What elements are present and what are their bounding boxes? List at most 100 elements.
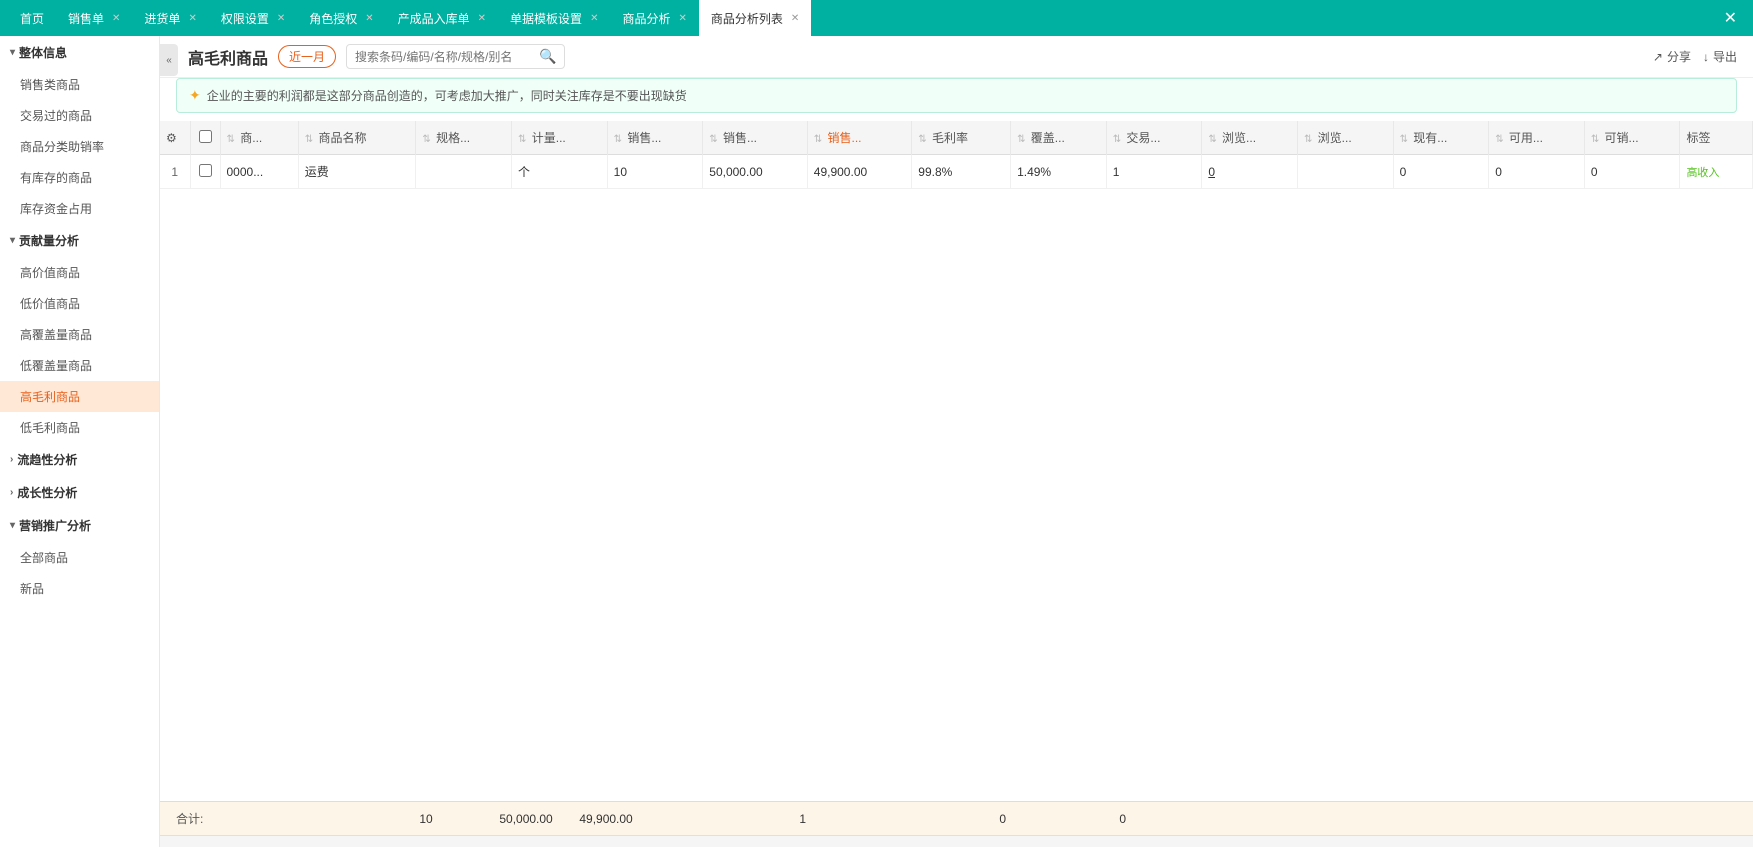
row-checkbox-cell: [190, 155, 220, 189]
footer-label: 合计:: [176, 810, 203, 827]
footer-sellable: 0: [1111, 812, 1191, 826]
sidebar-item-low-margin[interactable]: 低毛利商品: [0, 412, 159, 443]
sidebar-group-growth[interactable]: › 成长性分析: [0, 476, 159, 509]
close-icon[interactable]: ✕: [590, 13, 598, 24]
content-header: 高毛利商品 近一月 🔍 ↗ 分享 ↓ 导出: [160, 36, 1753, 78]
col-sales-profit[interactable]: ⇅ 销售...: [807, 121, 912, 155]
row-spec: [416, 155, 512, 189]
nav-tab-template[interactable]: 单据模板设置 ✕: [498, 0, 610, 36]
nav-tab-analysis[interactable]: 商品分析 ✕: [610, 0, 698, 36]
sort-icon: ⇅: [518, 134, 526, 145]
sidebar-group-trend[interactable]: › 流趋性分析: [0, 443, 159, 476]
close-icon[interactable]: ✕: [678, 13, 686, 24]
sort-icon: ⇅: [1017, 134, 1025, 145]
sort-icon: ⇅: [422, 134, 430, 145]
close-icon[interactable]: ✕: [365, 13, 373, 24]
top-nav: 首页 销售单 ✕ 进货单 ✕ 权限设置 ✕ 角色授权 ✕ 产成品入库单 ✕ 单据…: [0, 0, 1753, 36]
nav-tab-purchase[interactable]: 进货单 ✕: [132, 0, 208, 36]
col-sales-amount[interactable]: ⇅ 销售...: [703, 121, 808, 155]
main-layout: ▾ 整体信息 销售类商品 交易过的商品 商品分类助销率 有库存的商品 库存资金占…: [0, 36, 1753, 847]
col-margin-rate[interactable]: ⇅ 毛利率: [912, 121, 1011, 155]
sidebar-group-contribution[interactable]: ▾ 贡献量分析: [0, 224, 159, 257]
filter-recent-month-button[interactable]: 近一月: [278, 45, 336, 68]
sidebar-item-new-goods[interactable]: 新品: [0, 573, 159, 604]
row-views1[interactable]: 0: [1202, 155, 1298, 189]
close-icon[interactable]: ✕: [188, 13, 196, 24]
footer-sales-profit: 49,900.00: [571, 812, 651, 826]
chevron-right-icon: ›: [10, 487, 13, 498]
row-code: 0000...: [220, 155, 298, 189]
sidebar-group-overall[interactable]: ▾ 整体信息: [0, 36, 159, 69]
search-icon[interactable]: 🔍: [539, 48, 556, 65]
close-icon[interactable]: ✕: [791, 13, 799, 24]
col-available[interactable]: ⇅ 可用...: [1489, 121, 1585, 155]
col-views1[interactable]: ⇅ 浏览...: [1202, 121, 1298, 155]
row-sales-amount: 50,000.00: [703, 155, 808, 189]
col-current-stock[interactable]: ⇅ 现有...: [1393, 121, 1489, 155]
close-icon[interactable]: ✕: [277, 13, 285, 24]
sidebar-item-low-value[interactable]: 低价值商品: [0, 288, 159, 319]
table-row: 1 0000... 运费: [160, 155, 1753, 189]
select-all-checkbox[interactable]: [199, 130, 212, 143]
close-icon[interactable]: ✕: [478, 13, 486, 24]
bottom-scrollbar[interactable]: [160, 835, 1753, 847]
row-num: 1: [160, 155, 190, 189]
row-name[interactable]: 运费: [298, 155, 416, 189]
sort-icon: ⇅: [227, 134, 235, 145]
chevron-down-icon: ▾: [10, 520, 15, 531]
row-margin-rate: 99.8%: [912, 155, 1011, 189]
sidebar-item-in-stock[interactable]: 有库存的商品: [0, 162, 159, 193]
nav-tab-permission[interactable]: 权限设置 ✕: [209, 0, 297, 36]
sidebar-item-sales-goods[interactable]: 销售类商品: [0, 69, 159, 100]
row-checkbox[interactable]: [199, 164, 212, 177]
sidebar-group-marketing[interactable]: ▾ 营销推广分析: [0, 509, 159, 542]
sidebar-item-low-coverage[interactable]: 低覆盖量商品: [0, 350, 159, 381]
sort-icon: ⇅: [1495, 134, 1503, 145]
export-button[interactable]: ↓ 导出: [1703, 48, 1737, 65]
col-code[interactable]: ⇅ 商...: [220, 121, 298, 155]
col-name[interactable]: ⇅ 商品名称: [298, 121, 416, 155]
nav-tab-role[interactable]: 角色授权 ✕: [297, 0, 385, 36]
sidebar-item-traded-goods[interactable]: 交易过的商品: [0, 100, 159, 131]
col-coverage[interactable]: ⇅ 覆盖...: [1011, 121, 1107, 155]
row-sellable: 0: [1584, 155, 1680, 189]
col-spec[interactable]: ⇅ 规格...: [416, 121, 512, 155]
search-input[interactable]: [355, 50, 535, 64]
sidebar-item-category-rate[interactable]: 商品分类助销率: [0, 131, 159, 162]
col-sellable[interactable]: ⇅ 可销...: [1584, 121, 1680, 155]
sort-icon: ⇅: [1591, 134, 1599, 145]
sort-icon: ⇅: [709, 134, 717, 145]
window-close-button[interactable]: ✕: [1716, 8, 1745, 28]
info-icon: ✦: [189, 87, 201, 104]
share-icon: ↗: [1653, 50, 1663, 64]
chevron-right-icon: ›: [10, 454, 13, 465]
row-unit: 个: [512, 155, 608, 189]
col-tag[interactable]: 标签: [1680, 121, 1753, 155]
col-unit[interactable]: ⇅ 计量...: [512, 121, 608, 155]
sort-icon: ⇅: [1400, 134, 1408, 145]
footer-sales-qty: 10: [411, 812, 491, 826]
sort-icon: ⇅: [1208, 134, 1216, 145]
table-footer: 合计: 10 50,000.00 49,900.00 1 0 0: [160, 801, 1753, 835]
close-icon[interactable]: ✕: [112, 13, 120, 24]
col-views2[interactable]: ⇅ 浏览...: [1297, 121, 1393, 155]
footer-current-stock: 0: [991, 812, 1071, 826]
nav-tab-home[interactable]: 首页: [8, 0, 56, 36]
nav-tab-product-in[interactable]: 产成品入库单 ✕: [386, 0, 498, 36]
col-settings[interactable]: ⚙: [160, 121, 190, 155]
sidebar-item-high-value[interactable]: 高价值商品: [0, 257, 159, 288]
sidebar-item-stock-capital[interactable]: 库存资金占用: [0, 193, 159, 224]
col-transactions[interactable]: ⇅ 交易...: [1106, 121, 1202, 155]
sidebar-item-high-coverage[interactable]: 高覆盖量商品: [0, 319, 159, 350]
share-button[interactable]: ↗ 分享: [1653, 48, 1691, 65]
sidebar-item-all-goods[interactable]: 全部商品: [0, 542, 159, 573]
sidebar: ▾ 整体信息 销售类商品 交易过的商品 商品分类助销率 有库存的商品 库存资金占…: [0, 36, 160, 847]
row-transactions: 1: [1106, 155, 1202, 189]
col-sales-qty[interactable]: ⇅ 销售...: [607, 121, 703, 155]
settings-icon[interactable]: ⚙: [166, 131, 177, 145]
nav-tab-sales[interactable]: 销售单 ✕: [56, 0, 132, 36]
nav-tab-analysis-list[interactable]: 商品分析列表 ✕: [699, 0, 811, 36]
sidebar-toggle-button[interactable]: «: [160, 44, 178, 76]
sort-icon: ⇅: [305, 134, 313, 145]
sidebar-item-high-margin[interactable]: 高毛利商品: [0, 381, 159, 412]
